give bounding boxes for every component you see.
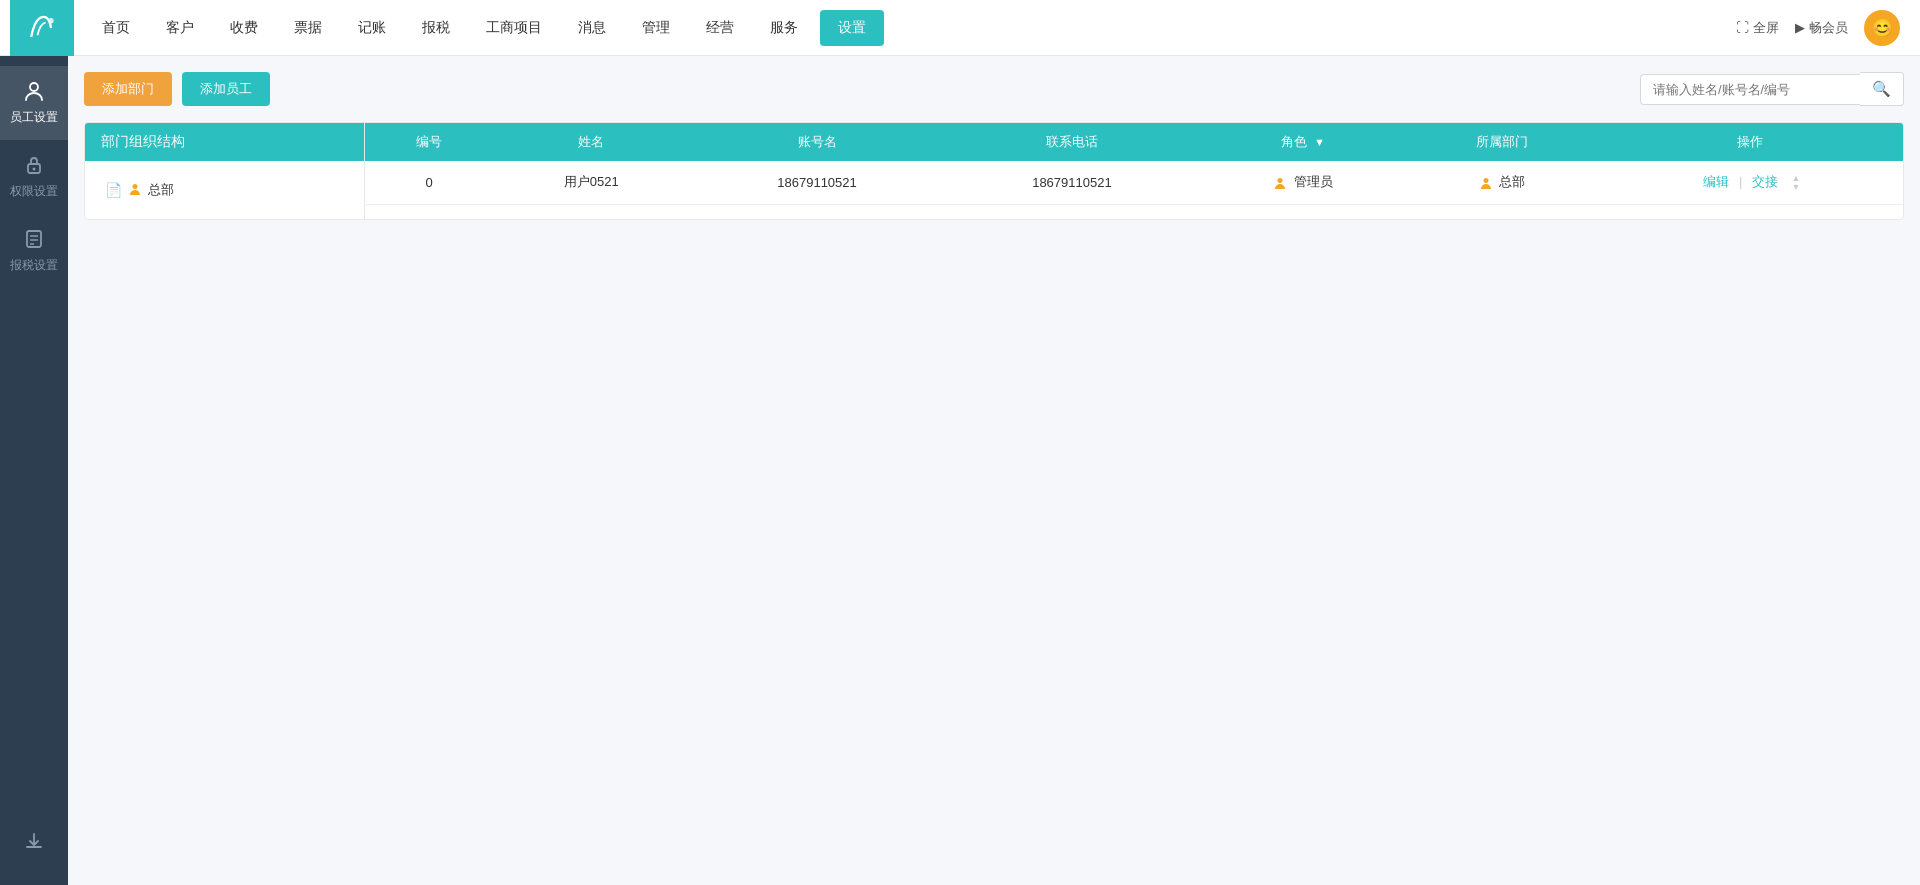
sidebar-item-employee-settings[interactable]: 员工设置: [0, 66, 68, 140]
edit-link[interactable]: 编辑: [1699, 174, 1733, 189]
employee-table: 编号 姓名 账号名 联系电话 角色 ▼ 所属部门 操作 0 用户0521: [365, 123, 1903, 219]
nav-tax[interactable]: 报税: [404, 0, 468, 56]
department-tree: 部门组织结构 📄 总部: [85, 123, 365, 219]
search-icon: 🔍: [1872, 80, 1891, 97]
vip-icon: ▶: [1795, 20, 1805, 35]
nav-fee[interactable]: 收费: [212, 0, 276, 56]
employee-icon: [23, 80, 45, 105]
svg-point-9: [1278, 178, 1283, 183]
sidebar-label-permission: 权限设置: [10, 183, 58, 200]
content-area: 部门组织结构 📄 总部 编号: [84, 122, 1904, 220]
svg-point-0: [48, 18, 53, 23]
user-avatar[interactable]: 😊: [1864, 10, 1900, 46]
search-button[interactable]: 🔍: [1860, 72, 1904, 106]
fullscreen-button[interactable]: ⛶ 全屏: [1736, 19, 1779, 37]
role-filter-icon[interactable]: ▼: [1314, 136, 1325, 148]
cell-dept: 总部: [1407, 161, 1597, 204]
cell-role: 管理员: [1199, 161, 1407, 204]
col-header-action: 操作: [1597, 123, 1903, 161]
tree-body: 📄 总部: [85, 161, 364, 219]
toolbar: 添加部门 添加员工 🔍: [84, 72, 1904, 106]
col-header-account: 账号名: [690, 123, 945, 161]
sidebar-item-permission-settings[interactable]: 权限设置: [0, 140, 68, 214]
nav-business[interactable]: 工商项目: [468, 0, 560, 56]
nav-customer[interactable]: 客户: [148, 0, 212, 56]
search-input[interactable]: [1640, 74, 1860, 105]
sidebar-label-employee: 员工设置: [10, 109, 58, 126]
col-header-name: 姓名: [493, 123, 690, 161]
nav-settings[interactable]: 设置: [820, 10, 884, 46]
tree-item-label: 总部: [148, 181, 174, 199]
cell-account: 18679110521: [690, 161, 945, 204]
file-icon: 📄: [105, 182, 122, 198]
sidebar-label-tax: 报税设置: [10, 257, 58, 274]
svg-point-3: [33, 168, 36, 171]
col-header-dept: 所属部门: [1407, 123, 1597, 161]
add-department-button[interactable]: 添加部门: [84, 72, 172, 106]
nav-bills[interactable]: 票据: [276, 0, 340, 56]
cell-phone: 18679110521: [944, 161, 1199, 204]
action-divider: |: [1739, 174, 1742, 189]
lock-icon: [23, 154, 45, 179]
search-area: 🔍: [1640, 72, 1904, 106]
nav-menu: 首页 客户 收费 票据 记账 报税 工商项目 消息 管理 经营 服务 设置: [84, 0, 1736, 56]
nav-right-area: ⛶ 全屏 ▶ 畅会员 😊: [1736, 10, 1910, 46]
tree-header: 部门组织结构: [85, 123, 364, 161]
col-header-id: 编号: [365, 123, 493, 161]
nav-manage[interactable]: 管理: [624, 0, 688, 56]
nav-accounting[interactable]: 记账: [340, 0, 404, 56]
svg-point-8: [133, 184, 138, 189]
cell-action: 编辑 | 交接 ▲ ▼: [1597, 161, 1903, 204]
vip-button[interactable]: ▶ 畅会员: [1795, 19, 1848, 37]
left-sidebar: 员工设置 权限设置 报税设置: [0, 56, 68, 885]
col-header-phone: 联系电话: [944, 123, 1199, 161]
nav-home[interactable]: 首页: [84, 0, 148, 56]
nav-message[interactable]: 消息: [560, 0, 624, 56]
table-row: 0 用户0521 18679110521 18679110521 管理员 总部 …: [365, 161, 1903, 204]
nav-operation[interactable]: 经营: [688, 0, 752, 56]
sidebar-bottom: [0, 816, 68, 869]
vip-label: 畅会员: [1809, 19, 1848, 37]
main-content: 添加部门 添加员工 🔍 部门组织结构 📄: [68, 56, 1920, 885]
sidebar-item-download[interactable]: [0, 816, 68, 869]
top-navigation: 首页 客户 收费 票据 记账 报税 工商项目 消息 管理 经营 服务 设置 ⛶ …: [0, 0, 1920, 56]
add-employee-button[interactable]: 添加员工: [182, 72, 270, 106]
tree-user-icon: [128, 182, 142, 199]
sidebar-item-tax-settings[interactable]: 报税设置: [0, 214, 68, 288]
fullscreen-icon: ⛶: [1736, 20, 1749, 35]
nav-service[interactable]: 服务: [752, 0, 816, 56]
svg-point-1: [30, 83, 38, 91]
row-scroll-arrows[interactable]: ▲ ▼: [1792, 174, 1801, 192]
app-logo: [10, 0, 74, 56]
cell-name: 用户0521: [493, 161, 690, 204]
svg-point-10: [1483, 178, 1488, 183]
fullscreen-label: 全屏: [1753, 19, 1779, 37]
transfer-link[interactable]: 交接: [1748, 174, 1782, 189]
tax-report-icon: [23, 228, 45, 253]
tree-item-general[interactable]: 📄 总部: [101, 173, 348, 207]
col-header-role: 角色 ▼: [1199, 123, 1407, 161]
download-icon: [23, 830, 45, 855]
cell-id: 0: [365, 161, 493, 204]
